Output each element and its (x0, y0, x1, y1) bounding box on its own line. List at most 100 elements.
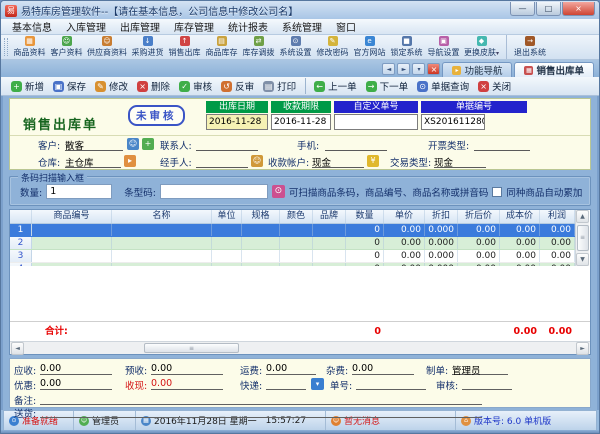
handler-select-icon[interactable]: ☺ (251, 155, 263, 167)
invoice-type-input[interactable] (474, 138, 530, 151)
scroll-right-icon[interactable]: ► (576, 342, 589, 355)
header-unit[interactable]: 单位 (212, 210, 242, 223)
field-value[interactable]: XS201611280001 (421, 114, 485, 130)
minimize-button[interactable]: — (510, 2, 535, 16)
contact-input[interactable] (196, 138, 258, 151)
express-input[interactable] (266, 378, 306, 390)
btn-customer-data[interactable]: ☺ 客户资料 (48, 35, 85, 59)
customer-search-icon[interactable]: ☺ (127, 138, 139, 150)
tab-scroll-right-icon[interactable]: ► (397, 63, 410, 75)
btn-nav-settings[interactable]: ▣ 导航设置 (425, 35, 462, 59)
tab-function-nav[interactable]: ▸ 功能导航 (442, 62, 512, 77)
warehouse-browse-icon[interactable]: ▸ (124, 155, 136, 167)
menu-inbound[interactable]: 入库管理 (59, 18, 113, 35)
scroll-up-icon[interactable]: ▲ (576, 210, 589, 223)
precollect-input[interactable]: 0.00 (151, 363, 223, 375)
btn-print[interactable]: ▤ 打印 (259, 78, 300, 94)
btn-order-query[interactable]: ⊙ 单据查询 (413, 78, 473, 94)
header-brand[interactable]: 品牌 (313, 210, 346, 223)
tab-scroll-left-icon[interactable]: ◄ (382, 63, 395, 75)
table-row[interactable]: 3 0 0.00 0.000 0.00 0.00 0 (10, 250, 575, 263)
btn-lock-system[interactable]: ■ 锁定系统 (388, 35, 425, 59)
vertical-scroll-thumb[interactable]: ≡ (577, 225, 589, 251)
btn-unaudit[interactable]: ↺ 反审 (217, 78, 258, 94)
qty-input[interactable]: 1 (46, 184, 112, 199)
menu-system[interactable]: 系统管理 (275, 18, 329, 35)
cash-input[interactable]: 0.00 (151, 378, 223, 390)
receivable-input[interactable]: 0.00 (40, 363, 112, 375)
horizontal-scrollbar[interactable]: ◄ ≡ ► (10, 341, 590, 354)
customer-add-icon[interactable]: + (142, 138, 154, 150)
header-discount[interactable]: 折扣 (425, 210, 458, 223)
btn-exit-system[interactable]: → 退出系统 (506, 35, 548, 59)
tracking-no-input[interactable] (356, 378, 426, 390)
freight-input[interactable]: 0.00 (266, 363, 316, 375)
btn-system-settings[interactable]: ⊙ 系统设置 (277, 35, 314, 59)
btn-prev-order[interactable]: ← 上一单 (305, 78, 361, 94)
btn-save[interactable]: ▣ 保存 (49, 78, 90, 94)
header-color[interactable]: 颜色 (280, 210, 313, 223)
barcode-search-icon[interactable]: ⊙ (272, 185, 285, 198)
btn-official-website[interactable]: e 官方网站 (351, 35, 388, 59)
btn-sales-out[interactable]: ↑ 销售出库 (166, 35, 203, 59)
table-row[interactable]: 2 0 0.00 0.000 0.00 0.00 0 (10, 237, 575, 250)
scroll-down-icon[interactable]: ▼ (576, 253, 589, 266)
btn-change-skin[interactable]: ◆ 更换皮肤▾ (462, 35, 501, 59)
mobile-input[interactable] (325, 138, 387, 151)
field-value[interactable]: 2016-11-28 (206, 114, 268, 130)
handler-input[interactable] (196, 155, 248, 168)
menu-reports[interactable]: 统计报表 (221, 18, 275, 35)
express-dropdown-icon[interactable]: ▾ (311, 378, 324, 390)
header-product-code[interactable]: 商品编号 (32, 210, 112, 223)
btn-stock-transfer[interactable]: ⇄ 库存调拨 (240, 35, 277, 59)
misc-fee-input[interactable]: 0.00 (352, 363, 414, 375)
scroll-left-icon[interactable]: ◄ (11, 342, 24, 355)
delivery-input[interactable] (40, 406, 482, 418)
menu-window[interactable]: 窗口 (329, 18, 363, 35)
toolbar-grip[interactable] (4, 38, 8, 56)
header-profit[interactable]: 利润 (540, 210, 575, 223)
auto-accumulate-checkbox[interactable] (492, 187, 502, 197)
btn-next-order[interactable]: → 下一单 (362, 78, 413, 94)
field-value[interactable]: 2016-11-28 (271, 114, 331, 130)
tab-sales-outbound[interactable]: ▦ 销售出库单 (514, 62, 594, 77)
btn-change-password[interactable]: ✎ 修改密码 (314, 35, 351, 59)
header-price[interactable]: 单价 (384, 210, 425, 223)
btn-purchase-in[interactable]: ↓ 采购进货 (129, 35, 166, 59)
btn-audit[interactable]: ✓ 审核 (175, 78, 216, 94)
menu-outbound[interactable]: 出库管理 (113, 18, 167, 35)
btn-new[interactable]: + 新增 (7, 78, 48, 94)
menu-inventory[interactable]: 库存管理 (167, 18, 221, 35)
menu-basic-info[interactable]: 基本信息 (5, 18, 59, 35)
remark-input[interactable] (40, 393, 482, 405)
discount-input[interactable]: 0.00 (40, 378, 112, 390)
btn-edit[interactable]: ✎ 修改 (91, 78, 132, 94)
vertical-scrollbar[interactable]: ▲ ≡ ▼ (575, 210, 589, 266)
horizontal-scroll-track[interactable]: ≡ (24, 343, 576, 354)
table-row[interactable]: 1 0 0.00 0.000 0.00 0.00 0 (10, 224, 575, 237)
header-spec[interactable]: 规格 (242, 210, 280, 223)
account-select-icon[interactable]: ¥ (367, 155, 379, 167)
btn-goods-data[interactable]: ▦ 商品资料 (11, 35, 48, 59)
close-button[interactable]: × (562, 2, 595, 16)
trade-type-input[interactable]: 现金 (434, 155, 486, 168)
btn-supplier-data[interactable]: ☺ 供应商资料 (85, 35, 129, 59)
btn-close[interactable]: × 关闭 (474, 78, 515, 94)
horizontal-scroll-thumb[interactable]: ≡ (144, 343, 239, 353)
payment-account-input[interactable]: 现金 (312, 155, 364, 168)
btn-delete[interactable]: × 删除 (133, 78, 174, 94)
customer-input[interactable]: 散客 (65, 138, 123, 151)
field-value[interactable] (334, 114, 418, 130)
header-qty[interactable]: 数量 (346, 210, 384, 223)
tab-close-icon[interactable]: × (427, 63, 440, 75)
barcode-input[interactable] (160, 184, 268, 199)
unaudited-stamp: 未审核 (128, 105, 185, 126)
header-discounted-price[interactable]: 折后价 (458, 210, 500, 223)
header-name[interactable]: 名称 (112, 210, 212, 223)
tab-menu-icon[interactable]: ▾ (412, 63, 425, 75)
totals-qty: 0 (346, 322, 384, 341)
maximize-button[interactable]: □ (536, 2, 561, 16)
warehouse-input[interactable]: 主仓库 (65, 155, 121, 168)
btn-goods-stock[interactable]: ▤ 商品库存 (203, 35, 240, 59)
header-cost[interactable]: 成本价 (500, 210, 540, 223)
